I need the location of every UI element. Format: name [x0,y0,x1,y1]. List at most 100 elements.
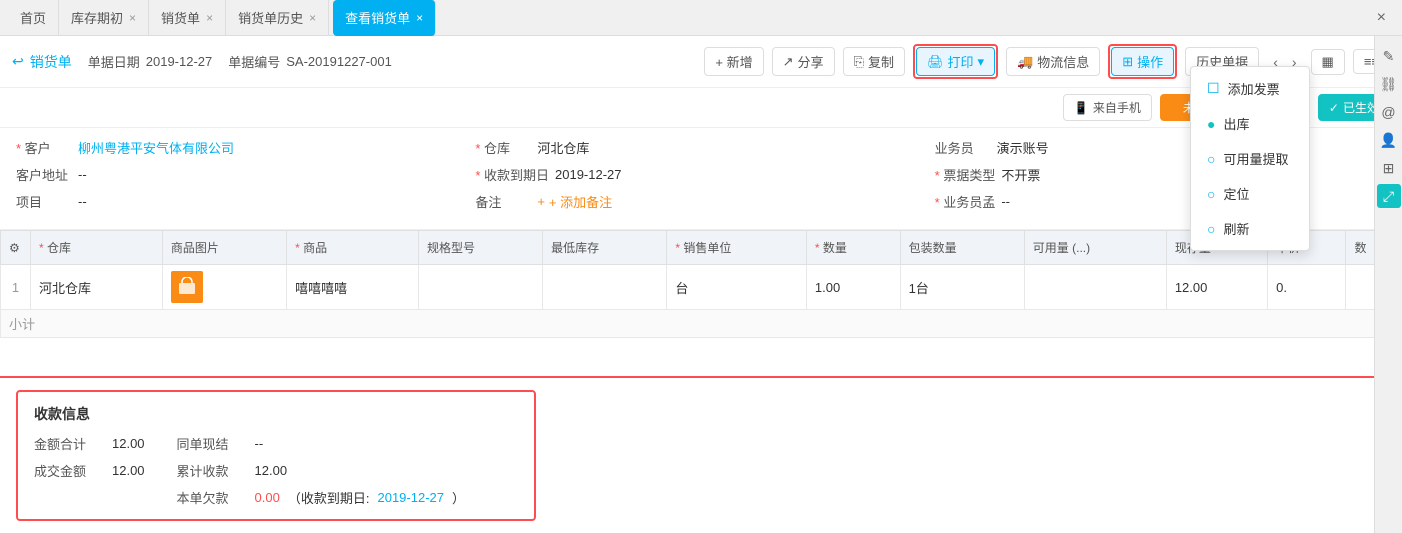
payment-deal-value: 12.00 [112,463,145,478]
phone-button[interactable]: 📱 来自手机 [1063,94,1152,121]
sidebar-expand-button[interactable]: ⤢ [1377,184,1401,208]
staff-field: 业务员 演示账号 [935,138,1386,157]
form-row-3: 项目 -- 备注 + + 添加备注 业务员孟 -- [16,192,1386,211]
payment-total-value: 12.00 [112,436,145,451]
logistics-button[interactable]: 🚚 物流信息 [1006,47,1100,76]
add-note-button[interactable]: + + 添加备注 [537,192,612,211]
tab-home[interactable]: 首页 [8,0,59,36]
ticket-type-label: 票据类型 [935,165,996,184]
tab-inventory[interactable]: 库存期初 × [59,0,149,36]
grid-view-button[interactable]: ▦ [1311,49,1345,75]
payment-cumulative-label: 累计收款 [177,461,247,480]
copy-button[interactable]: ⎘ 复制 [843,47,905,76]
doc-title-text: 销货单 [30,52,72,72]
sidebar-edit-button[interactable]: ✎ [1377,44,1401,68]
tab-view-sales-close[interactable]: × [416,11,423,25]
payment-deal-label: 成交金额 [34,461,104,480]
tab-sales-history[interactable]: 销货单历史 × [226,0,329,36]
payment-rows: 金额合计 12.00 成交金额 12.00 同单现结 -- 累计收款 [34,434,518,507]
row-unit-price: 0. [1268,265,1346,310]
customer-value[interactable]: 柳州粤港平安气体有限公司 [78,138,234,157]
note-field: 备注 + + 添加备注 [475,192,926,211]
phone-icon: 📱 [1074,101,1089,115]
available-qty-label: 可用量提取 [1223,149,1288,168]
doc-number-label: 单据编号 [228,52,280,71]
address-label: 客户地址 [16,165,72,184]
payment-owed-suffix: （收款到期日: [288,488,370,507]
sidebar-table-button[interactable]: ⊞ [1377,156,1401,180]
window-close-button[interactable]: × [1369,9,1394,27]
print-icon: 🖨 [927,54,944,70]
customer-field: 客户 柳州粤港平安气体有限公司 [16,138,467,157]
staff-value: 演示账号 [997,138,1049,157]
tab-inventory-close[interactable]: × [129,11,136,25]
payment-date-field: 收款到期日 2019-12-27 [475,165,926,184]
payment-col-left: 金额合计 12.00 成交金额 12.00 [34,434,145,507]
product-image [171,271,203,303]
doc-icon: ↩ [12,53,24,70]
payment-cumulative-value: 12.00 [255,463,288,478]
settings-icon[interactable]: ⚙ [9,241,20,255]
col-qty: * 数量 [806,231,900,265]
col-min-stock: 最低库存 [543,231,667,265]
tab-sales[interactable]: 销货单 × [149,0,226,36]
payment-same-row: 同单现结 -- [177,434,465,453]
customer-label: 客户 [16,138,72,157]
dropdown-item-add-invoice[interactable]: ☐ 添加发票 [1191,71,1309,106]
tab-view-sales[interactable]: 查看销货单 × [333,0,436,36]
tab-bar: 首页 库存期初 × 销货单 × 销货单历史 × 查看销货单 × × [0,0,1402,36]
col-spec: 规格型号 [418,231,542,265]
ticket-type-value: 不开票 [1001,165,1040,184]
copy-icon: ⎘ [854,54,864,70]
sidebar-user-button[interactable]: 👤 [1377,128,1401,152]
payment-total-label: 金额合计 [34,434,104,453]
operations-button[interactable]: ⊞ 操作 [1111,47,1174,76]
form-row-1: 客户 柳州粤港平安气体有限公司 仓库 河北仓库 业务员 演示账号 [16,138,1386,157]
new-button[interactable]: + 新增 [704,47,763,76]
not-open-dot [1171,104,1179,112]
bottom-section: 收款信息 金额合计 12.00 成交金额 12.00 同单现结 -- [0,376,1402,533]
print-dropdown-icon: ▾ [978,54,985,70]
dropdown-item-outbound[interactable]: ● 出库 [1191,106,1309,141]
row-package-qty: 1台 [900,265,1024,310]
logistics-icon: 🚚 [1017,54,1033,70]
payment-col-right: 同单现结 -- 累计收款 12.00 本单欠款 0.00 （收款到期日: 201… [177,434,465,507]
doc-date-label: 单据日期 [88,52,140,71]
doc-number-field: 单据编号 SA-20191227-001 [228,52,392,71]
warehouse-field: 仓库 河北仓库 [475,138,926,157]
share-button[interactable]: ↗ 分享 [772,47,835,76]
note-label: 备注 [475,192,531,211]
dropdown-item-locate[interactable]: ○ 定位 [1191,176,1309,211]
sidebar-at-button[interactable]: @ [1377,100,1401,124]
address-field: 客户地址 -- [16,165,467,184]
print-button[interactable]: 🖨 打印 ▾ [916,47,995,76]
share-icon: ↗ [783,54,794,70]
row-warehouse: 河北仓库 [31,265,163,310]
col-product-img: 商品图片 [162,231,286,265]
sidebar-link-button[interactable]: ⛓ [1377,72,1401,96]
dropdown-item-available-qty[interactable]: ○ 可用量提取 [1191,141,1309,176]
add-note-icon: + [537,194,545,209]
tab-sales-history-close[interactable]: × [309,11,316,25]
form-row-2: 客户地址 -- 收款到期日 2019-12-27 票据类型 不开票 [16,165,1386,184]
warehouse-value: 河北仓库 [537,138,589,157]
col-product: * 商品 [287,231,419,265]
payment-owed-close: ） [452,488,465,507]
row-qty: 1.00 [806,265,900,310]
add-invoice-icon: ☐ [1207,80,1220,97]
row-num: 1 [1,265,31,310]
dropdown-item-refresh[interactable]: ○ 刷新 [1191,211,1309,246]
col-unit: * 销售单位 [667,231,807,265]
tab-sales-close[interactable]: × [206,11,213,25]
payment-total-row: 金额合计 12.00 [34,434,145,453]
col-settings: ⚙ [1,231,31,265]
payment-date-label: 收款到期日 [475,165,549,184]
payment-owed-label: 本单欠款 [177,488,247,507]
payment-same-label: 同单现结 [177,434,247,453]
right-sidebar: ✎ ⛓ @ 👤 ⊞ ⤢ [1374,36,1402,533]
payment-owed-row: 本单欠款 0.00 （收款到期日: 2019-12-27 ） [177,488,465,507]
address-value: -- [78,167,87,182]
print-button-highlight: 🖨 打印 ▾ [913,44,998,79]
outbound-icon: ● [1207,116,1215,132]
effect-icon: ✓ [1329,101,1339,115]
